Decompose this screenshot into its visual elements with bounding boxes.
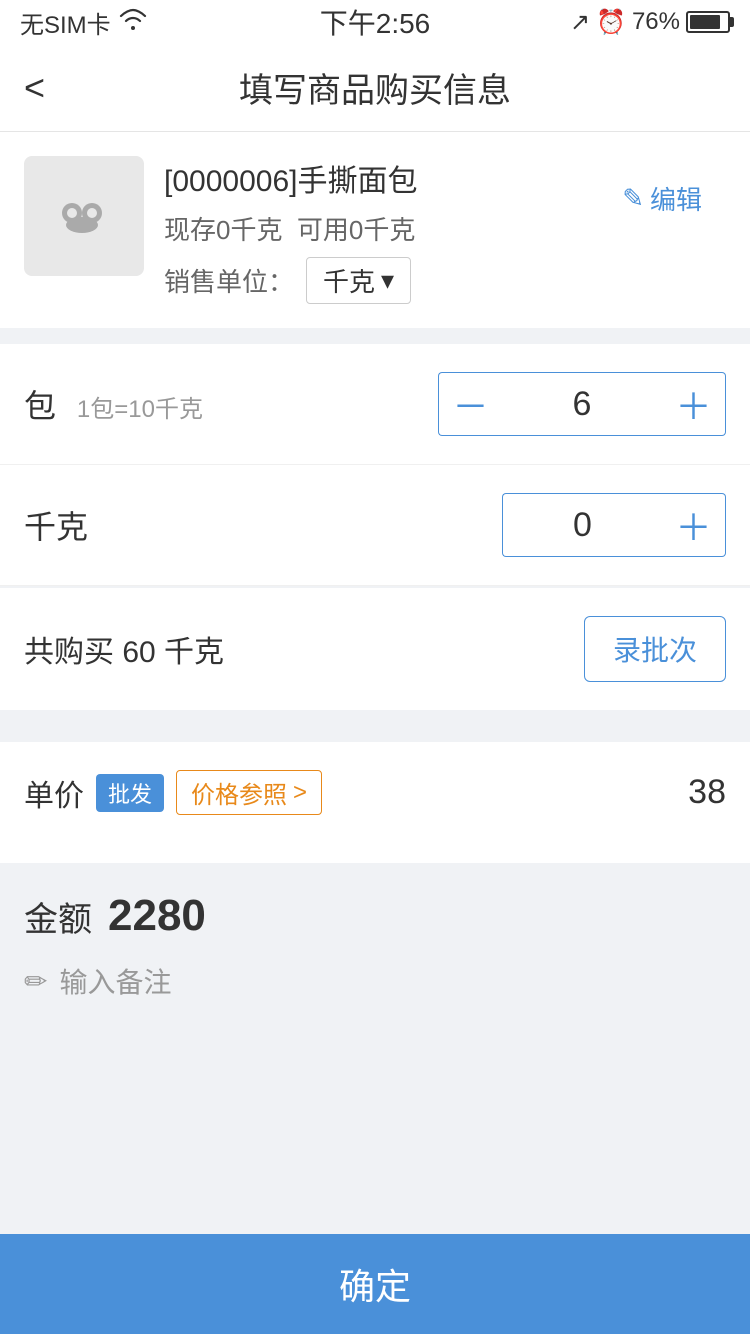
- content: [0000006]手撕面包 现存0千克 可用0千克 销售单位： 千克 ▾ ✎ 编…: [0, 132, 750, 1141]
- quantity-section: 包 1包=10千克 － ＋ 千克 ＋: [0, 344, 750, 586]
- summary-text: 共购买 60 千克: [24, 627, 224, 671]
- bottom-spacer: [0, 1021, 750, 1141]
- product-unit-row: 销售单位： 千克 ▾: [164, 257, 726, 304]
- remark-row[interactable]: ✏ 输入备注: [24, 961, 726, 1001]
- product-info: [0000006]手撕面包 现存0千克 可用0千克 销售单位： 千克 ▾ ✎ 编…: [164, 156, 726, 304]
- product-image: [24, 156, 144, 276]
- price-row: 单价 批发 价格参照 > 38: [24, 770, 726, 815]
- reference-arrow-icon: >: [293, 779, 307, 807]
- price-reference-button[interactable]: 价格参照 >: [176, 770, 322, 815]
- remark-placeholder: 输入备注: [59, 961, 171, 1001]
- confirm-button[interactable]: 确定: [0, 1234, 750, 1334]
- price-badge-pifa: 批发: [96, 774, 164, 812]
- wifi-icon: [119, 8, 147, 37]
- quantity-hint-bao: 1包=10千克: [77, 396, 203, 423]
- status-left: 无SIM卡: [20, 5, 147, 40]
- amount-value: 2280: [108, 891, 206, 941]
- confirm-button-label: 确定: [339, 1258, 411, 1310]
- back-button[interactable]: <: [24, 67, 45, 109]
- pencil-icon: ✏: [24, 965, 47, 998]
- summary-section: 共购买 60 千克 录批次: [0, 588, 750, 710]
- quantity-bao-input[interactable]: [502, 372, 662, 436]
- status-right: ↗ ⏰ 76%: [570, 8, 730, 37]
- product-card: [0000006]手撕面包 现存0千克 可用0千克 销售单位： 千克 ▾ ✎ 编…: [0, 132, 750, 328]
- amount-section: 金额 2280 ✏ 输入备注: [0, 863, 750, 1021]
- price-label-group: 单价 批发 价格参照 >: [24, 770, 322, 815]
- quantity-label-bao: 包 1包=10千克: [24, 381, 438, 427]
- quantity-row-bao: 包 1包=10千克 － ＋: [0, 344, 750, 465]
- batch-button[interactable]: 录批次: [584, 616, 726, 682]
- quantity-control-kg: ＋: [502, 493, 726, 557]
- battery-fill: [690, 15, 720, 29]
- price-value: 38: [688, 773, 726, 812]
- battery-percentage: 76%: [632, 8, 680, 36]
- battery-icon: [686, 11, 730, 33]
- edit-icon: ✎: [622, 183, 644, 214]
- status-time: 下午2:56: [320, 2, 431, 42]
- increment-kg-button[interactable]: ＋: [662, 493, 726, 557]
- nav-bar: < 填写商品购买信息: [0, 44, 750, 132]
- decrement-bao-button[interactable]: －: [438, 372, 502, 436]
- unit-label: 销售单位：: [164, 262, 294, 299]
- unit-select[interactable]: 千克 ▾: [306, 257, 411, 304]
- edit-button[interactable]: ✎ 编辑: [622, 180, 702, 217]
- unit-dropdown-icon: ▾: [381, 265, 394, 296]
- price-section: 单价 批发 价格参照 > 38: [0, 742, 750, 863]
- alarm-icon: ⏰: [596, 8, 626, 37]
- quantity-label-kg: 千克: [24, 502, 502, 548]
- carrier-label: 无SIM卡: [20, 5, 111, 40]
- quantity-kg-input[interactable]: [502, 493, 662, 557]
- status-bar: 无SIM卡 下午2:56 ↗ ⏰ 76%: [0, 0, 750, 44]
- product-logo-icon: [54, 186, 114, 246]
- amount-label: 金额: [24, 892, 92, 941]
- page-title: 填写商品购买信息: [239, 63, 511, 112]
- location-icon: ↗: [570, 8, 590, 37]
- quantity-row-kg: 千克 ＋: [0, 465, 750, 586]
- separator: [0, 726, 750, 742]
- quantity-control-bao: － ＋: [438, 372, 726, 436]
- amount-row: 金额 2280: [24, 891, 726, 941]
- increment-bao-button[interactable]: ＋: [662, 372, 726, 436]
- price-label: 单价: [24, 771, 84, 815]
